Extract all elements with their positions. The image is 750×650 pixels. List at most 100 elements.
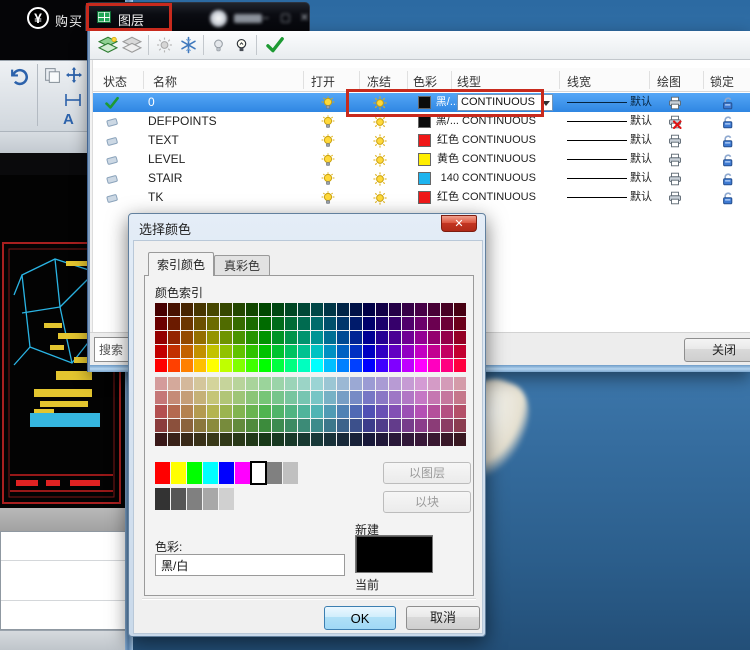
col-lock[interactable]: 锁定 (710, 73, 734, 90)
layer-name[interactable]: LEVEL (148, 150, 185, 169)
delete-layer-icon[interactable] (122, 36, 142, 54)
palette-color-swatch[interactable] (285, 433, 297, 446)
palette-color-swatch[interactable] (311, 391, 323, 404)
palette-color-swatch[interactable] (376, 331, 388, 344)
palette-color-swatch[interactable] (194, 317, 206, 330)
palette-color-swatch[interactable] (155, 303, 167, 316)
palette-color-swatch[interactable] (428, 359, 440, 372)
undo-icon[interactable] (8, 67, 30, 86)
palette-color-swatch[interactable] (441, 359, 453, 372)
palette-color-swatch[interactable] (441, 331, 453, 344)
layer-row-1[interactable]: DEFPOINTS 黑/... CONTINUOUS 默认 (93, 112, 750, 131)
palette-color-swatch[interactable] (155, 405, 167, 418)
palette-color-swatch[interactable] (389, 345, 401, 358)
palette-color-swatch[interactable] (285, 359, 297, 372)
palette-color-swatch[interactable] (272, 359, 284, 372)
palette-color-swatch[interactable] (207, 303, 219, 316)
palette-color-swatch[interactable] (220, 433, 232, 446)
standard-color-swatch[interactable] (155, 462, 170, 484)
palette-color-swatch[interactable] (363, 331, 375, 344)
palette-color-swatch[interactable] (389, 419, 401, 432)
standard-color-swatch[interactable] (267, 462, 282, 484)
palette-color-swatch[interactable] (168, 317, 180, 330)
palette-color-swatch[interactable] (350, 317, 362, 330)
palette-color-swatch[interactable] (259, 359, 271, 372)
palette-color-swatch[interactable] (389, 317, 401, 330)
palette-color-swatch[interactable] (155, 317, 167, 330)
palette-color-swatch[interactable] (285, 317, 297, 330)
layer-palette-titlebar[interactable]: 图层 – ▢ ✕ (85, 2, 310, 31)
palette-color-swatch[interactable] (194, 419, 206, 432)
layer-name[interactable]: DEFPOINTS (148, 112, 217, 131)
color-label[interactable]: 黑/... (429, 112, 459, 131)
standard-color-swatch[interactable] (283, 462, 298, 484)
layer-name[interactable]: STAIR (148, 169, 182, 188)
palette-color-swatch[interactable] (402, 391, 414, 404)
palette-color-swatch[interactable] (207, 331, 219, 344)
palette-color-swatch[interactable] (298, 317, 310, 330)
palette-color-swatch[interactable] (233, 419, 245, 432)
layer-name[interactable]: TK (148, 188, 163, 207)
close-layer-window-button[interactable]: 关闭 (684, 338, 750, 362)
palette-color-swatch[interactable] (155, 391, 167, 404)
palette-color-swatch[interactable] (194, 433, 206, 446)
palette-color-swatch[interactable] (272, 419, 284, 432)
palette-color-swatch[interactable] (155, 331, 167, 344)
tab-index-color[interactable]: 索引颜色 (148, 252, 214, 276)
palette-color-swatch[interactable] (311, 359, 323, 372)
palette-color-swatch[interactable] (324, 331, 336, 344)
palette-color-swatch[interactable] (207, 345, 219, 358)
palette-color-swatch[interactable] (350, 405, 362, 418)
lineweight-label[interactable]: 默认 (630, 93, 652, 112)
palette-color-swatch[interactable] (441, 377, 453, 390)
palette-color-swatch[interactable] (246, 345, 258, 358)
palette-color-swatch[interactable] (376, 419, 388, 432)
linetype-value[interactable]: CONTINUOUS (462, 112, 536, 131)
palette-color-swatch[interactable] (207, 433, 219, 446)
layer-name[interactable]: TEXT (148, 131, 179, 150)
palette-color-swatch[interactable] (168, 331, 180, 344)
maximize-button[interactable]: ▢ (278, 11, 293, 25)
palette-color-swatch[interactable] (220, 377, 232, 390)
palette-color-swatch[interactable] (363, 433, 375, 446)
palette-color-swatch[interactable] (454, 433, 466, 446)
standard-color-swatch[interactable] (187, 462, 202, 484)
palette-color-swatch[interactable] (220, 391, 232, 404)
palette-color-swatch[interactable] (259, 419, 271, 432)
col-plot[interactable]: 绘图 (657, 73, 681, 90)
palette-color-swatch[interactable] (402, 331, 414, 344)
palette-color-swatch[interactable] (233, 405, 245, 418)
col-lineweight[interactable]: 线宽 (567, 73, 591, 90)
palette-color-swatch[interactable] (246, 303, 258, 316)
lineweight-label[interactable]: 默认 (630, 188, 652, 207)
layer-table-header[interactable]: 状态 名称 打开 冻结 色彩 线型 线宽 绘图 锁定 (93, 68, 750, 92)
palette-color-swatch[interactable] (311, 331, 323, 344)
linetype-value[interactable]: CONTINUOUS (462, 150, 536, 169)
palette-color-swatch[interactable] (259, 433, 271, 446)
palette-color-swatch[interactable] (311, 419, 323, 432)
palette-color-swatch[interactable] (441, 345, 453, 358)
palette-color-swatch[interactable] (298, 331, 310, 344)
color-label[interactable]: 红色 (429, 188, 459, 207)
palette-color-swatch[interactable] (194, 405, 206, 418)
lineweight-label[interactable]: 默认 (630, 112, 652, 131)
palette-color-swatch[interactable] (389, 359, 401, 372)
palette-color-swatch[interactable] (363, 317, 375, 330)
col-name[interactable]: 名称 (153, 73, 177, 90)
palette-color-swatch[interactable] (246, 377, 258, 390)
palette-color-swatch[interactable] (220, 345, 232, 358)
palette-color-swatch[interactable] (324, 345, 336, 358)
palette-color-swatch[interactable] (402, 303, 414, 316)
layer-row-2[interactable]: TEXT 红色 CONTINUOUS 默认 (93, 131, 750, 150)
palette-color-swatch[interactable] (285, 303, 297, 316)
palette-color-swatch[interactable] (194, 331, 206, 344)
palette-color-swatch[interactable] (337, 419, 349, 432)
on-bulb-icon[interactable] (321, 191, 335, 210)
palette-color-swatch[interactable] (337, 359, 349, 372)
palette-color-swatch[interactable] (181, 419, 193, 432)
gray-shade-swatch[interactable] (155, 488, 170, 510)
palette-color-swatch[interactable] (363, 359, 375, 372)
palette-color-swatch[interactable] (298, 303, 310, 316)
tab-true-color[interactable]: 真彩色 (214, 255, 270, 276)
palette-color-swatch[interactable] (454, 419, 466, 432)
